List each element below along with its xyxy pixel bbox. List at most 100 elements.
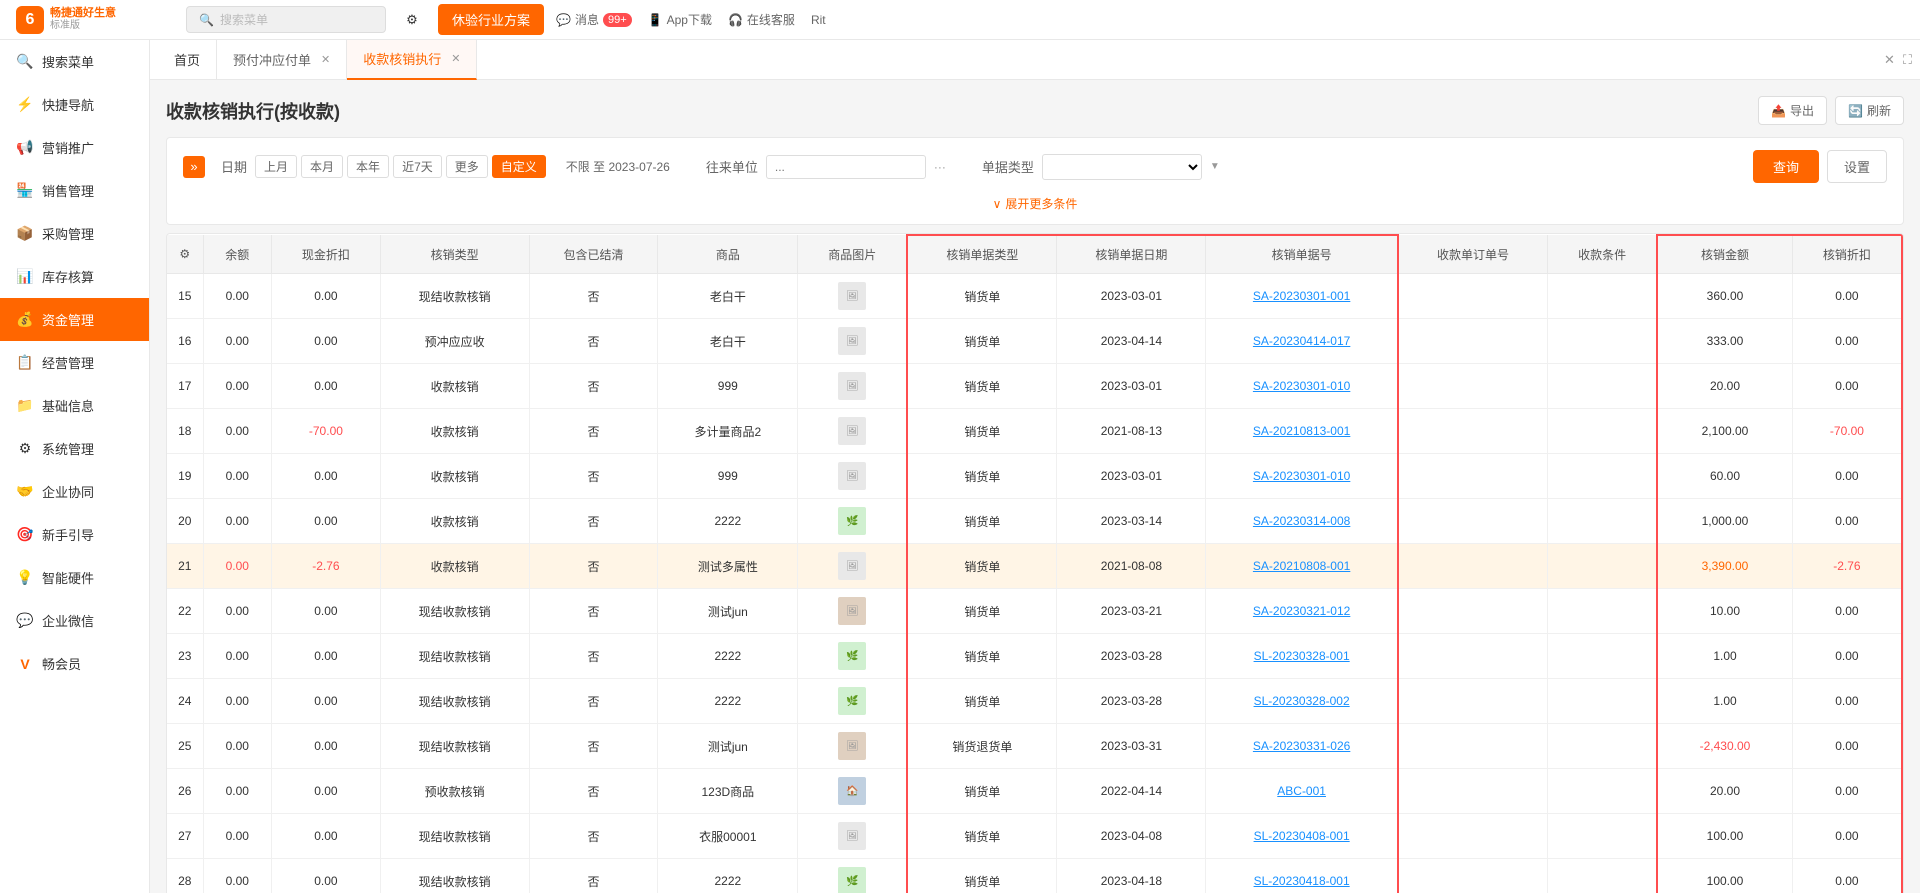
sidebar-item-vip[interactable]: V 畅会员 (0, 642, 149, 685)
sidebar-item-purchase[interactable]: 📦 采购管理 (0, 212, 149, 255)
cell-cancel-voucher-type: 销货单 (907, 364, 1057, 409)
sidebar-item-quick-nav[interactable]: ⚡ 快捷导航 (0, 83, 149, 126)
sidebar-item-marketing[interactable]: 📢 营销推广 (0, 126, 149, 169)
voucher-no-link[interactable]: SA-20230301-010 (1253, 469, 1350, 483)
notification-badge: 99+ (603, 13, 632, 27)
voucher-no-link[interactable]: ABC-001 (1277, 784, 1326, 798)
cell-cancel-amount: 2,100.00 (1657, 409, 1792, 454)
table-row: 28 0.00 0.00 现结收款核销 否 2222 🌿 销货单 2023-04… (167, 859, 1902, 893)
cell-receipt-condition (1548, 454, 1658, 499)
cell-goods: 老白干 (658, 274, 798, 319)
cell-receipt-condition (1548, 724, 1658, 769)
export-btn[interactable]: 📤 导出 (1758, 96, 1827, 125)
tab-prepay[interactable]: 预付冲应付单 ✕ (217, 40, 347, 80)
cell-cancel-voucher-no[interactable]: SA-20210808-001 (1206, 544, 1398, 589)
sidebar-item-inventory[interactable]: 📊 库存核算 (0, 255, 149, 298)
cell-cancel-voucher-no[interactable]: SA-20230331-026 (1206, 724, 1398, 769)
sidebar-item-base-info[interactable]: 📁 基础信息 (0, 384, 149, 427)
voucher-no-link[interactable]: SA-20230314-008 (1253, 514, 1350, 528)
col-settings[interactable]: ⚙ (167, 235, 203, 274)
voucher-no-link[interactable]: SA-20230301-010 (1253, 379, 1350, 393)
voucher-no-link[interactable]: SL-20230418-001 (1254, 874, 1350, 888)
voucher-no-link[interactable]: SL-20230328-002 (1254, 694, 1350, 708)
sidebar-item-operations[interactable]: 📋 经营管理 (0, 341, 149, 384)
cell-cancel-voucher-no[interactable]: SA-20230314-008 (1206, 499, 1398, 544)
main-content: 首页 预付冲应付单 ✕ 收款核销执行 ✕ ✕ ⛶ 收款核销执行(按收款) 📤 (150, 40, 1920, 893)
tab-home[interactable]: 首页 (158, 40, 217, 80)
sidebar-item-smart-hw[interactable]: 💡 智能硬件 (0, 556, 149, 599)
app-download-btn[interactable]: 📱 App下载 (648, 11, 712, 28)
tab-prepay-close[interactable]: ✕ (321, 53, 330, 66)
voucher-no-link[interactable]: SL-20230328-001 (1254, 649, 1350, 663)
cell-cancel-voucher-no[interactable]: SA-20230301-010 (1206, 364, 1398, 409)
voucher-no-link[interactable]: SA-20230414-017 (1253, 334, 1350, 348)
top-bar: 6 畅捷通好生意 标准版 🔍 搜索菜单 ⚙ 休验行业方案 💬 消息 99+ 📱 … (0, 0, 1920, 40)
partner-ellipsis[interactable]: ··· (934, 160, 946, 174)
online-service-btn[interactable]: 🎧 在线客服 (728, 11, 795, 28)
sidebar-item-finance[interactable]: 💰 资金管理 (0, 298, 149, 341)
tab-receipt-close[interactable]: ✕ (451, 52, 460, 65)
filter-expand-arrow[interactable]: » (183, 156, 205, 178)
user-menu[interactable]: Rit (811, 13, 826, 27)
settings-icon[interactable]: ⚙ (398, 6, 426, 34)
data-table: ⚙ 余额 现金折扣 核销类型 包含已结清 商品 商品图片 核销单据类型 核销单据… (166, 233, 1904, 893)
notification-btn[interactable]: 💬 消息 99+ (556, 11, 632, 28)
sidebar-item-guide[interactable]: 🎯 新手引导 (0, 513, 149, 556)
sidebar-item-enterprise[interactable]: 🤝 企业协同 (0, 470, 149, 513)
app-download-label: App下载 (667, 11, 712, 28)
date-filter: 日期 上月 本月 本年 近7天 更多 自定义 (221, 155, 546, 178)
search-bar[interactable]: 🔍 搜索菜单 (186, 6, 386, 33)
cell-goods-img: 🏠 (798, 769, 908, 814)
date-range-display: 不限 至 2023-07-26 (566, 158, 670, 175)
date-btn-custom[interactable]: 自定义 (492, 155, 546, 178)
refresh-btn[interactable]: 🔄 刷新 (1835, 96, 1904, 125)
voucher-no-link[interactable]: SA-20230331-026 (1253, 739, 1350, 753)
cell-cancel-type: 现结收款核销 (380, 724, 529, 769)
cell-receipt-order-no (1398, 364, 1548, 409)
cell-cancel-discount: 0.00 (1792, 859, 1902, 893)
cell-cancel-voucher-no[interactable]: SL-20230328-001 (1206, 634, 1398, 679)
industry-btn[interactable]: 休验行业方案 (438, 4, 544, 35)
cell-cancel-voucher-no[interactable]: SA-20230301-001 (1206, 274, 1398, 319)
sidebar-item-sales[interactable]: 🏪 销售管理 (0, 169, 149, 212)
cell-cancel-voucher-no[interactable]: SL-20230328-002 (1206, 679, 1398, 724)
partner-input[interactable] (766, 155, 926, 179)
date-btn-this-year[interactable]: 本年 (347, 155, 389, 178)
cell-receipt-order-no (1398, 319, 1548, 364)
tab-window-close-icon[interactable]: ✕ (1884, 52, 1895, 68)
sidebar-item-system[interactable]: ⚙ 系统管理 (0, 427, 149, 470)
sidebar-smart-hw-label: 智能硬件 (42, 568, 94, 587)
cell-cancel-voucher-no[interactable]: SA-20230301-010 (1206, 454, 1398, 499)
setting-btn[interactable]: 设置 (1827, 150, 1887, 183)
voucher-no-link[interactable]: SA-20210808-001 (1253, 559, 1350, 573)
date-btn-7days[interactable]: 近7天 (393, 155, 442, 178)
cell-cancel-voucher-no[interactable]: SA-20230414-017 (1206, 319, 1398, 364)
query-btn[interactable]: 查询 (1753, 150, 1819, 183)
cell-cancel-amount: 100.00 (1657, 859, 1792, 893)
voucher-type-select[interactable] (1042, 154, 1202, 180)
cell-cancel-voucher-no[interactable]: SA-20230321-012 (1206, 589, 1398, 634)
tab-restore-icon[interactable]: ⛶ (1903, 52, 1912, 68)
expand-more-btn[interactable]: ∨ 展开更多条件 (993, 195, 1078, 212)
cell-cancel-voucher-no[interactable]: ABC-001 (1206, 769, 1398, 814)
export-label: 导出 (1790, 102, 1814, 119)
cell-cancel-voucher-no[interactable]: SA-20210813-001 (1206, 409, 1398, 454)
sidebar-item-wechat[interactable]: 💬 企业微信 (0, 599, 149, 642)
voucher-no-link[interactable]: SA-20230321-012 (1253, 604, 1350, 618)
voucher-no-link[interactable]: SA-20230301-001 (1253, 289, 1350, 303)
cell-cancel-voucher-type: 销货单 (907, 319, 1057, 364)
cell-cancel-voucher-no[interactable]: SL-20230408-001 (1206, 814, 1398, 859)
cell-cancel-voucher-no[interactable]: SL-20230418-001 (1206, 859, 1398, 893)
date-btn-more[interactable]: 更多 (446, 155, 488, 178)
voucher-no-link[interactable]: SA-20210813-001 (1253, 424, 1350, 438)
voucher-no-link[interactable]: SL-20230408-001 (1254, 829, 1350, 843)
date-btn-last-month[interactable]: 上月 (255, 155, 297, 178)
tab-receipt[interactable]: 收款核销执行 ✕ (347, 40, 477, 80)
sidebar-item-search[interactable]: 🔍 搜索菜单 (0, 40, 149, 83)
cell-cancel-discount: 0.00 (1792, 364, 1902, 409)
cell-include-cleared: 否 (529, 544, 658, 589)
header-actions: 📤 导出 🔄 刷新 (1758, 96, 1904, 125)
goods-img: 🖼 (838, 552, 866, 580)
cell-cancel-discount: -70.00 (1792, 409, 1902, 454)
date-btn-this-month[interactable]: 本月 (301, 155, 343, 178)
